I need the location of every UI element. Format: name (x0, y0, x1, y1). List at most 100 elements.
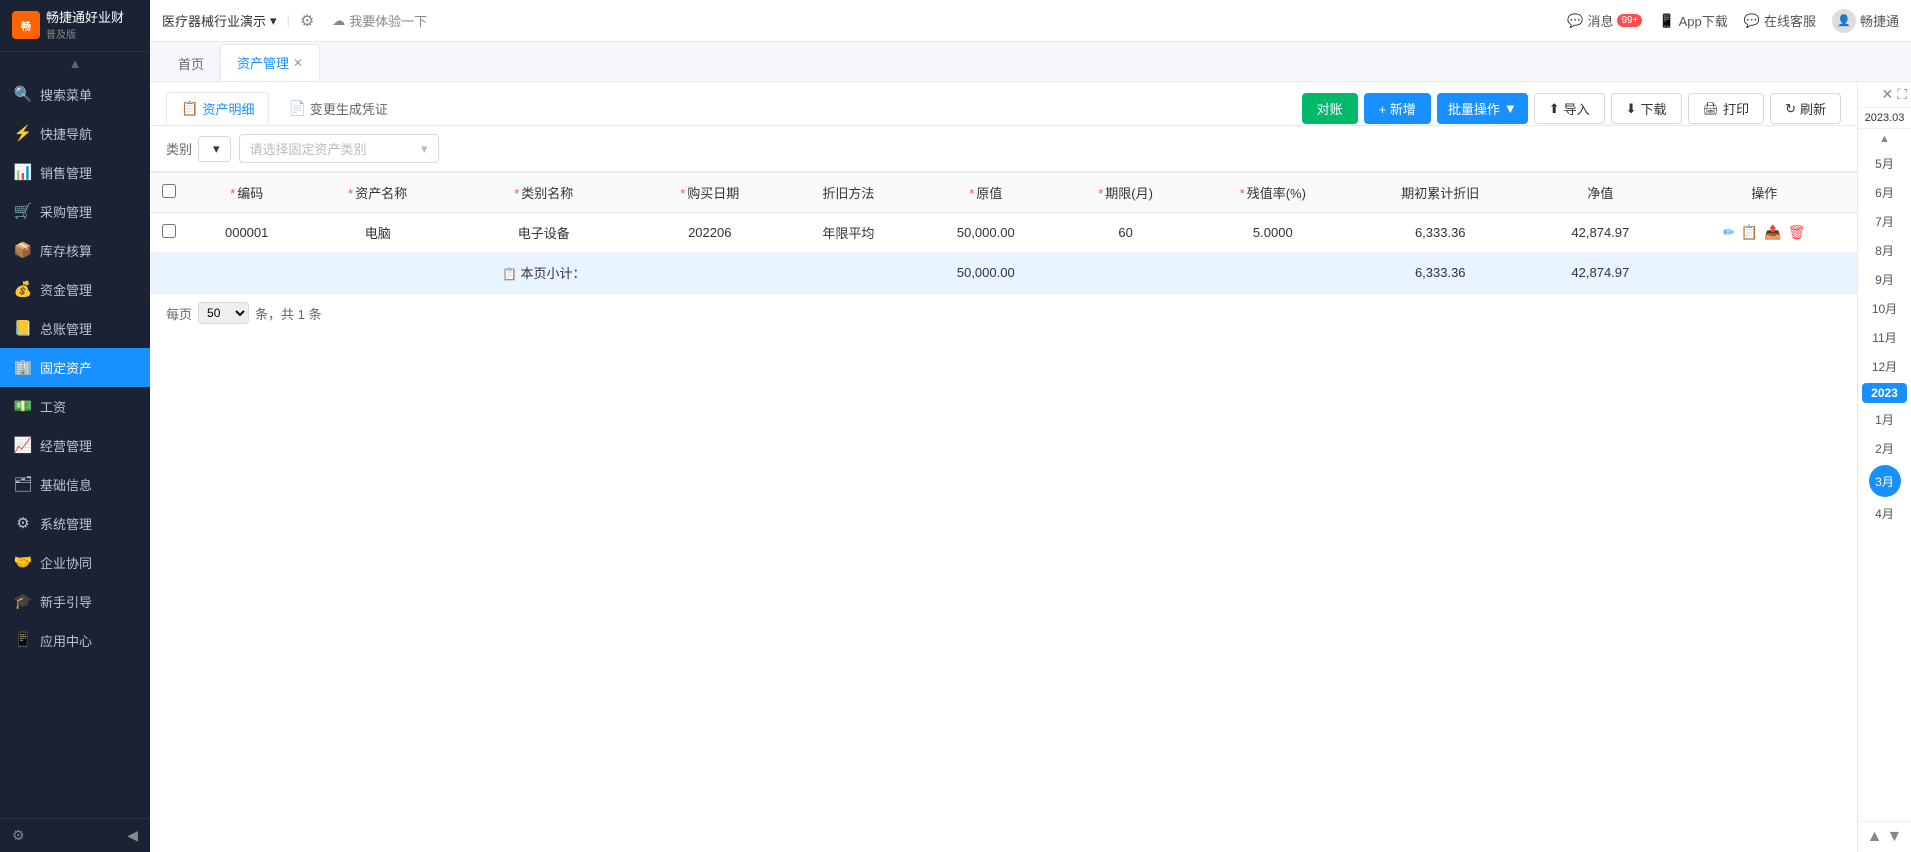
system-icon: ⚙ (14, 514, 32, 532)
month-next-button[interactable]: ▼ (1887, 828, 1903, 846)
sidebar-item-quick-nav[interactable]: ⚡ 快捷导航 (0, 114, 150, 153)
tab-close-icon[interactable]: ✕ (293, 56, 303, 70)
category-select[interactable]: ▾ (198, 136, 231, 162)
month-nav-up[interactable]: ▲ (1858, 129, 1911, 149)
row-name: 电脑 (305, 213, 450, 253)
month-item-10[interactable]: 10月 (1858, 294, 1911, 323)
subtotal-row: 📋 本页小计： 50,000.00 6,333.36 42,874.97 (150, 253, 1857, 293)
month-item-12[interactable]: 12月 (1858, 352, 1911, 381)
print-button[interactable]: 🖨 打印 (1688, 93, 1765, 124)
sidebar-item-guide[interactable]: 🎓 新手引导 (0, 582, 150, 621)
sidebar-item-search[interactable]: 🔍 搜索菜单 (0, 75, 150, 114)
month-item-6[interactable]: 6月 (1858, 178, 1911, 207)
subtotal-net-value: 42,874.97 (1529, 253, 1672, 293)
col-period-months: *期限(月) (1057, 173, 1194, 213)
month-item-11[interactable]: 11月 (1858, 323, 1911, 352)
month-item-7[interactable]: 7月 (1858, 207, 1911, 236)
tab-asset-mgmt-label: 资产管理 (237, 53, 289, 72)
action-buttons: ✏ 📋 📤 🗑 (1684, 224, 1845, 241)
sidebar-item-payroll[interactable]: 💵 工资 (0, 387, 150, 426)
right-panel-close-icon[interactable]: ✕ (1881, 86, 1893, 103)
sub-tab-generate-voucher[interactable]: 📄 变更生成凭证 (273, 92, 402, 125)
payroll-icon: 💵 (14, 397, 32, 415)
sub-tab-asset-detail[interactable]: 📋 资产明细 (166, 92, 269, 125)
subtotal-icon: 📋 (502, 267, 517, 281)
col-depreciation-method: 折旧方法 (782, 173, 914, 213)
apps-icon: 📱 (14, 631, 32, 649)
feedback-button[interactable]: ☁ 我要体验一下 (332, 11, 427, 30)
app-download-button[interactable]: 📱 App下载 (1658, 11, 1727, 30)
subtotal-accumulated-depreciation: 6,333.36 (1351, 253, 1529, 293)
month-item-3[interactable]: 3月 (1869, 465, 1901, 497)
per-page-select[interactable]: 50 10 20 100 (198, 302, 249, 324)
sidebar-item-inventory[interactable]: 📦 库存核算 (0, 231, 150, 270)
refresh-label: 刷新 (1800, 99, 1826, 118)
sidebar-nav: ▲ 🔍 搜索菜单 ⚡ 快捷导航 📊 销售管理 🛒 采购管理 📦 库存核算 💰 资… (0, 52, 150, 818)
month-item-1[interactable]: 1月 (1858, 405, 1911, 434)
tab-home[interactable]: 首页 (162, 46, 220, 81)
topbar-settings-icon[interactable]: ⚙ (300, 11, 314, 31)
guide-icon: 🎓 (14, 592, 32, 610)
operations-icon: 📈 (14, 436, 32, 454)
sidebar-scroll-up[interactable]: ▲ (0, 52, 150, 75)
month-prev-button[interactable]: ▲ (1867, 828, 1883, 846)
table-row: 000001 电脑 电子设备 202206 年限平均 50,000.00 60 … (150, 213, 1857, 253)
month-item-9[interactable]: 9月 (1858, 265, 1911, 294)
tab-home-label: 首页 (178, 54, 204, 73)
company-name: 医疗器械行业演示 (162, 11, 266, 30)
settings-icon[interactable]: ⚙ (12, 827, 25, 844)
sidebar-item-finance[interactable]: 💰 资金管理 (0, 270, 150, 309)
import-button[interactable]: ⬆ 导入 (1534, 93, 1605, 124)
edit-button[interactable]: ✏ (1723, 224, 1735, 241)
reconcile-button[interactable]: 对账 (1302, 93, 1358, 124)
month-item-4[interactable]: 4月 (1858, 499, 1911, 528)
tab-asset-mgmt[interactable]: 资产管理 ✕ (220, 44, 320, 81)
sidebar-item-basic-info[interactable]: 🗂 基础信息 (0, 465, 150, 504)
download-icon: 📱 (1658, 13, 1674, 29)
right-panel-expand-icon[interactable]: ⛶ (1897, 86, 1907, 103)
sidebar-item-fixed-assets[interactable]: 🏢 固定资产 (0, 348, 150, 387)
new-button[interactable]: + 新增 (1364, 93, 1431, 124)
sidebar-item-label: 新手引导 (40, 592, 92, 611)
batch-label: 批量操作 (1448, 99, 1500, 118)
sidebar-item-label: 系统管理 (40, 514, 92, 533)
messages-button[interactable]: 💬 消息 99+ (1567, 11, 1642, 30)
sub-tab-asset-detail-label: 资产明细 (202, 99, 254, 118)
sidebar-item-sales[interactable]: 📊 销售管理 (0, 153, 150, 192)
month-item-2[interactable]: 2月 (1858, 434, 1911, 463)
user-name: 畅捷通 (1860, 11, 1899, 30)
purchase-icon: 🛒 (14, 202, 32, 220)
sidebar-item-purchase[interactable]: 🛒 采购管理 (0, 192, 150, 231)
download-icon: ⬇ (1626, 101, 1637, 117)
online-service-button[interactable]: 💬 在线客服 (1744, 11, 1816, 30)
sidebar-item-enterprise[interactable]: 🤝 企业协同 (0, 543, 150, 582)
export-button[interactable]: 📤 (1764, 224, 1781, 241)
collapse-icon[interactable]: ◀ (127, 827, 138, 844)
sidebar-item-label: 资金管理 (40, 280, 92, 299)
sidebar-item-ledger[interactable]: 📒 总账管理 (0, 309, 150, 348)
sidebar-item-operations[interactable]: 📈 经营管理 (0, 426, 150, 465)
batch-dropdown-icon: ▼ (1504, 101, 1517, 116)
month-item-5[interactable]: 5月 (1858, 149, 1911, 178)
month-item-8[interactable]: 8月 (1858, 236, 1911, 265)
category-input-placeholder: 请选择固定资产类别 (250, 139, 367, 158)
batch-operations-button[interactable]: 批量操作 ▼ (1437, 93, 1528, 124)
user-menu[interactable]: 👤 畅捷通 (1832, 9, 1899, 33)
sidebar-item-label: 固定资产 (40, 358, 92, 377)
category-input[interactable]: 请选择固定资产类别 ▾ (239, 134, 439, 163)
sidebar-item-system[interactable]: ⚙ 系统管理 (0, 504, 150, 543)
company-selector[interactable]: 医疗器械行业演示 ▾ (162, 11, 277, 30)
select-all-checkbox[interactable] (162, 184, 176, 198)
sidebar-item-apps[interactable]: 📱 应用中心 (0, 621, 150, 660)
refresh-button[interactable]: ↻ 刷新 (1770, 93, 1841, 124)
year-month-label: 2023.03 (1858, 108, 1911, 129)
copy-button[interactable]: 📋 (1741, 224, 1758, 241)
row-depreciation-method: 年限平均 (782, 213, 914, 253)
right-panel: ✕ ⛶ 2023.03 ▲ 5月 6月 7月 8月 9月 10月 11月 12月… (1857, 82, 1911, 852)
basic-info-icon: 🗂 (14, 475, 32, 493)
sidebar-item-label: 基础信息 (40, 475, 92, 494)
col-code: *编码 (188, 173, 305, 213)
download-button[interactable]: ⬇ 下载 (1611, 93, 1682, 124)
row-checkbox[interactable] (162, 224, 176, 238)
delete-button[interactable]: 🗑 (1788, 224, 1806, 241)
